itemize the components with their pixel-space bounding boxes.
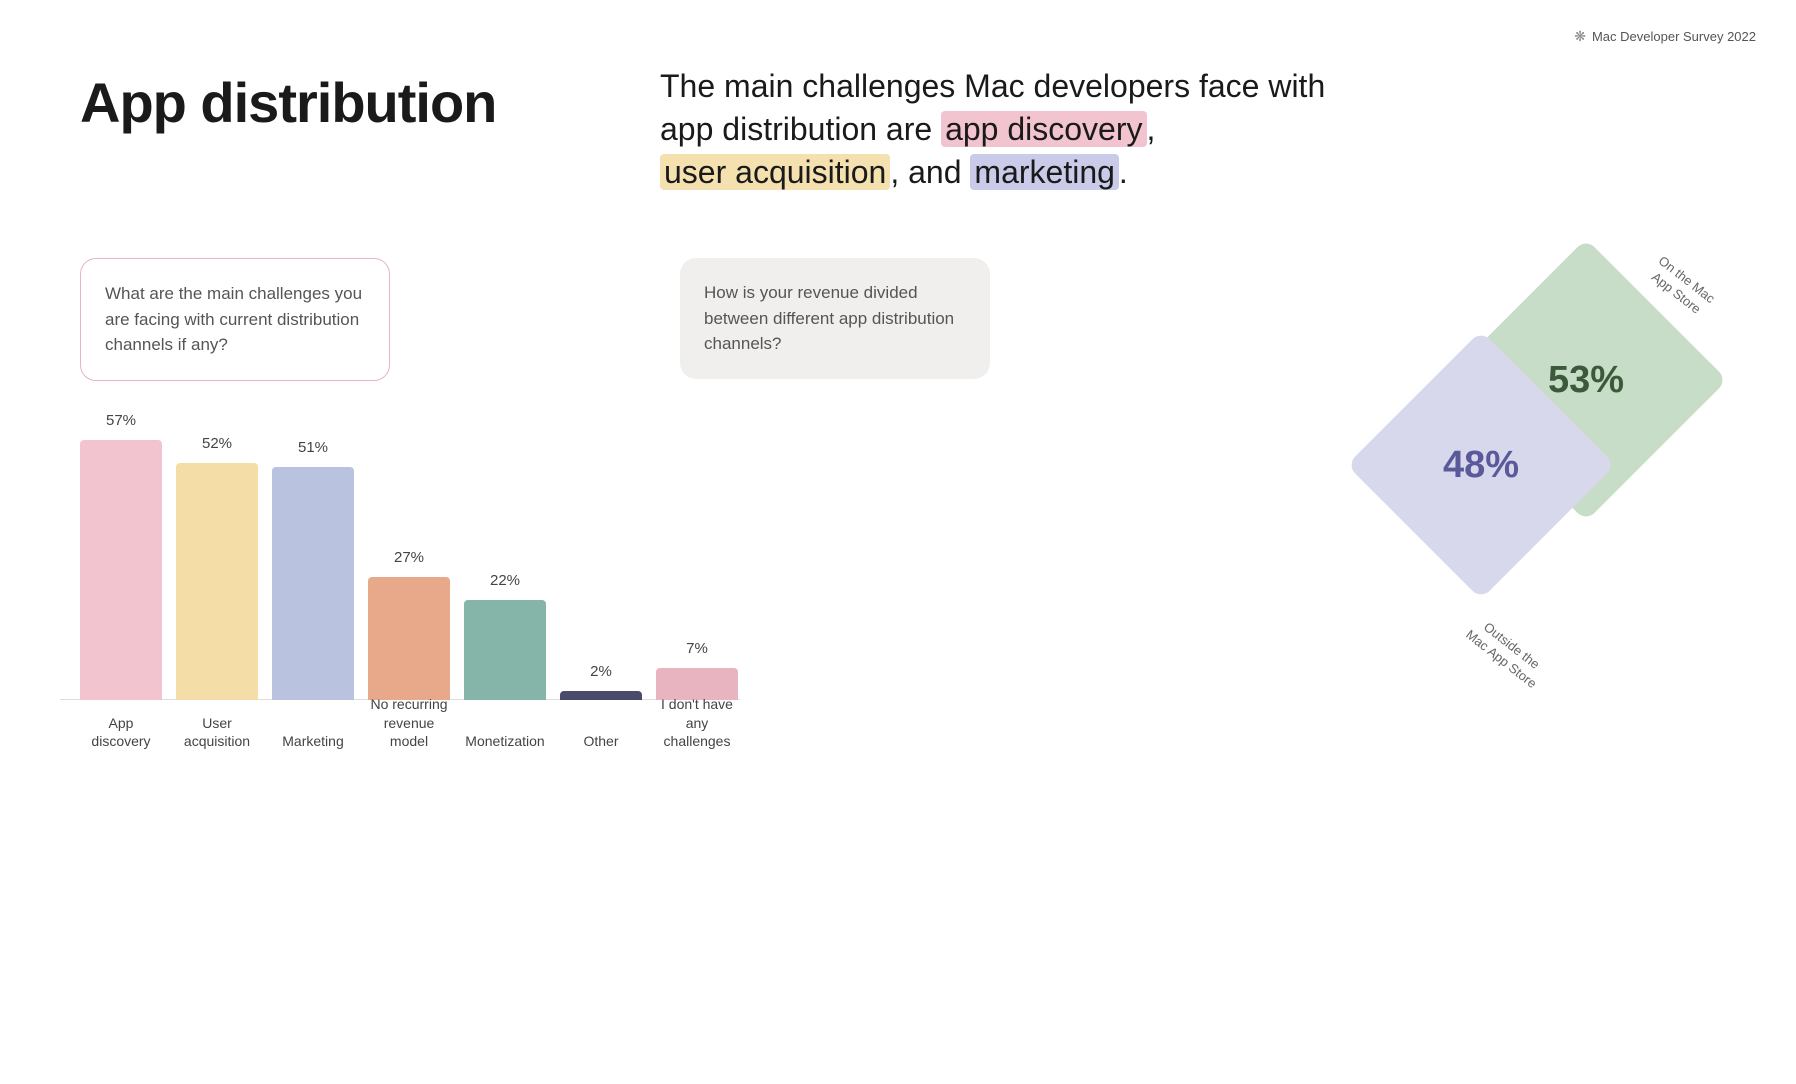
bar-chart: 57%App discovery52%User acquisition51%Ma… — [60, 420, 740, 760]
headline-comma1: , — [1147, 111, 1156, 147]
brand-text: Mac Developer Survey 2022 — [1592, 29, 1756, 44]
bar-group: 2%Other — [560, 691, 642, 700]
headline: The main challenges Mac developers face … — [660, 65, 1340, 195]
highlight-marketing: marketing — [970, 154, 1119, 190]
diamond-chart: 53%48%On the MacApp StoreOutside theMac … — [1356, 260, 1716, 640]
bar-pct: 57% — [80, 412, 162, 429]
bar — [464, 600, 546, 700]
page-title: App distribution — [80, 70, 496, 135]
diamond-wrapper: 48% — [1386, 370, 1576, 560]
bar-label: I don't have any challenges — [656, 695, 738, 750]
bar — [560, 691, 642, 700]
bar-group: 57%App discovery — [80, 440, 162, 700]
bar — [272, 467, 354, 700]
bar-pct: 52% — [176, 435, 258, 452]
headline-period: . — [1119, 154, 1128, 190]
highlight-user-acquisition: user acquisition — [660, 154, 890, 190]
bar — [368, 577, 450, 700]
bar-pct: 51% — [272, 439, 354, 456]
question-box-left: What are the main challenges you are fac… — [80, 258, 390, 381]
question-right-text: How is your revenue divided between diff… — [704, 283, 954, 353]
diamond: 48% — [1347, 331, 1616, 600]
bar-label: Other — [560, 732, 642, 750]
bar-group: 52%User acquisition — [176, 463, 258, 700]
bar-pct: 7% — [656, 640, 738, 657]
bar-pct: 27% — [368, 549, 450, 566]
diamond-label-outside-app-store: Outside theMac App Store — [1456, 609, 1556, 697]
bar-group: 22%Monetization — [464, 600, 546, 700]
diamond-pct: 48% — [1386, 370, 1576, 560]
bar-group: 27%No recurring revenue model — [368, 577, 450, 700]
bar-group: 51%Marketing — [272, 467, 354, 700]
bar-pct: 22% — [464, 572, 546, 589]
bar-group: 7%I don't have any challenges — [656, 668, 738, 700]
bar-label: Monetization — [464, 732, 546, 750]
bar-label: User acquisition — [176, 714, 258, 750]
question-box-right: How is your revenue divided between diff… — [680, 258, 990, 379]
bar-pct: 2% — [560, 663, 642, 680]
brand-icon: ❋ — [1574, 28, 1586, 45]
bar — [176, 463, 258, 700]
question-left-text: What are the main challenges you are fac… — [105, 284, 362, 354]
bar-label: Marketing — [272, 732, 354, 750]
headline-connector: , and — [890, 154, 970, 190]
bar — [80, 440, 162, 700]
bar-label: App discovery — [80, 714, 162, 750]
highlight-app-discovery: app discovery — [941, 111, 1146, 147]
bar-label: No recurring revenue model — [368, 695, 450, 750]
brand-label: ❋ Mac Developer Survey 2022 — [1574, 28, 1756, 45]
